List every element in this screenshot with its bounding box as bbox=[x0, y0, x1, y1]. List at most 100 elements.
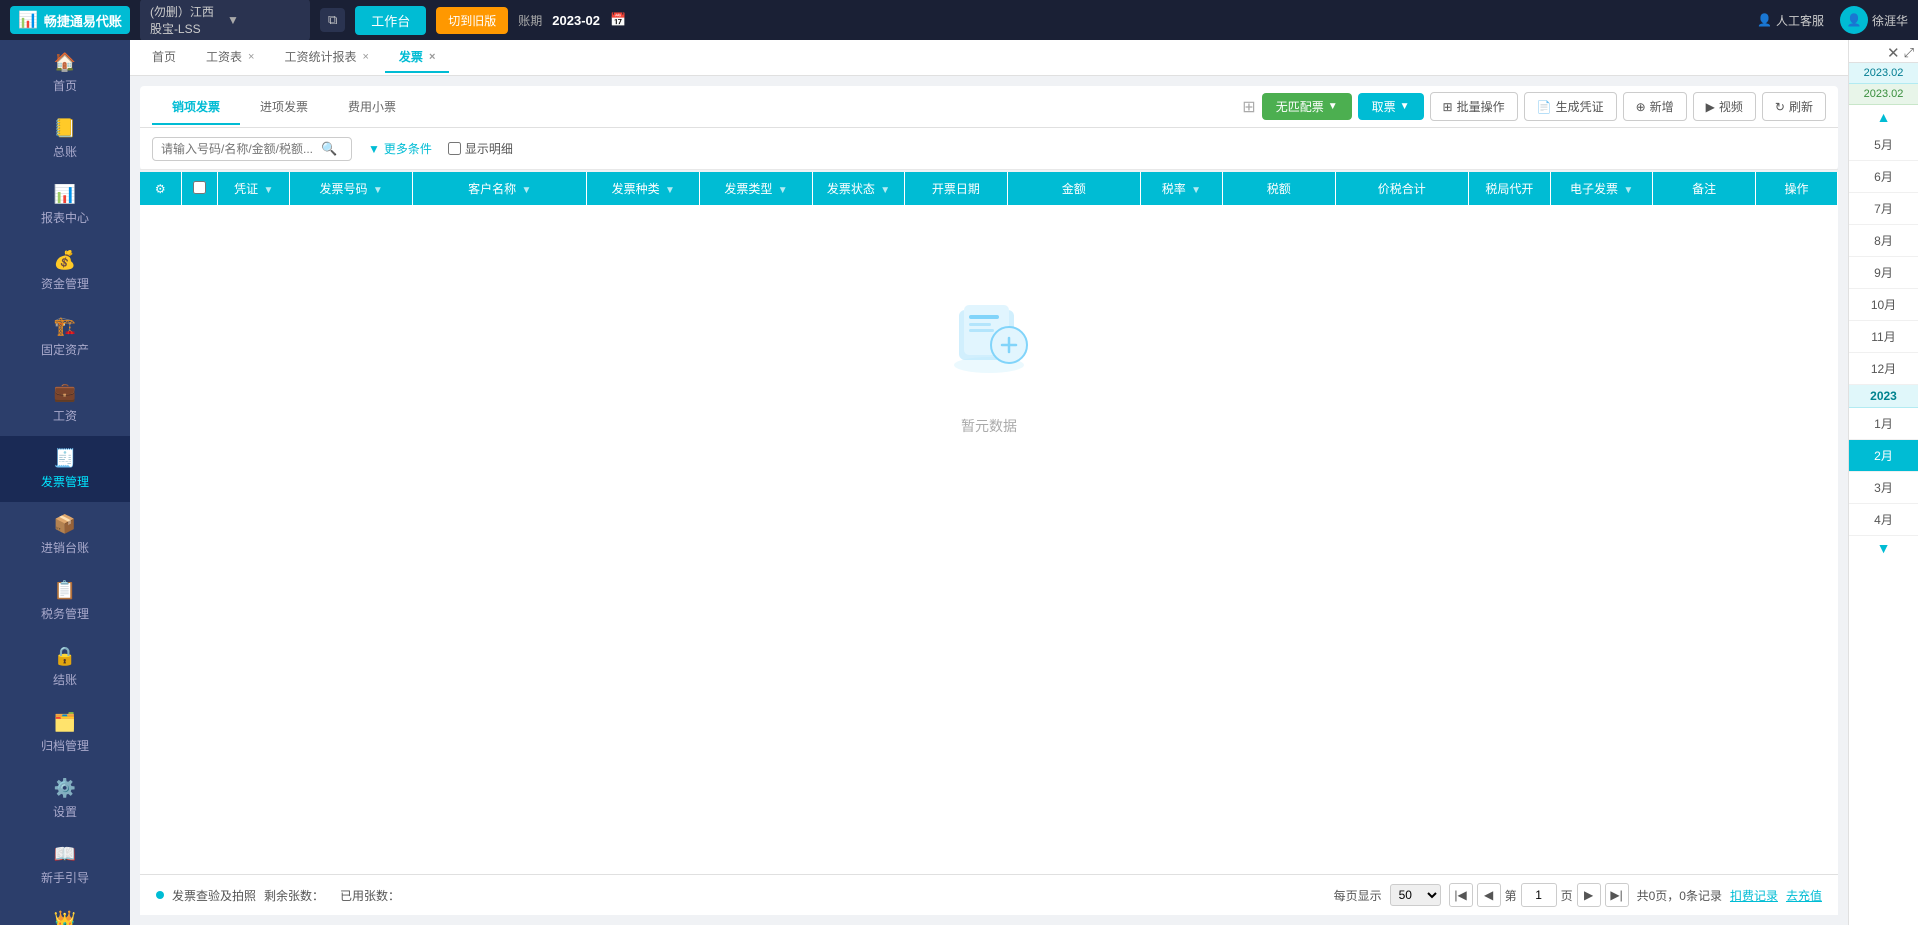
th-invoice-class: 发票类型 ▼ bbox=[700, 172, 813, 205]
tab-invoice[interactable]: 发票 × bbox=[385, 42, 449, 73]
show-detail-input[interactable] bbox=[448, 142, 461, 155]
date-month-2022-10[interactable]: 10月 bbox=[1849, 289, 1918, 321]
empty-text: 暂元数据 bbox=[961, 416, 1017, 436]
batch-op-button[interactable]: ⊞ 批量操作 bbox=[1430, 92, 1518, 121]
sidebar-item-archive[interactable]: 🗂️ 归档管理 bbox=[0, 700, 130, 766]
grid-settings-icon[interactable]: ⊞ bbox=[1242, 97, 1255, 117]
sub-tab-purchase-label: 进项发票 bbox=[260, 100, 308, 114]
sidebar-item-fund[interactable]: 💰 资金管理 bbox=[0, 238, 130, 304]
date-month-2022-08[interactable]: 8月 bbox=[1849, 225, 1918, 257]
generate-label: 生成凭证 bbox=[1556, 98, 1604, 115]
match-button[interactable]: 取票 ▼ bbox=[1358, 93, 1424, 120]
date-panel-2023-02-item[interactable]: 2023.02 bbox=[1849, 84, 1918, 105]
switch-version-button[interactable]: 切到旧版 bbox=[436, 7, 508, 34]
sidebar-item-payroll[interactable]: 💼 工资 bbox=[0, 370, 130, 436]
page-next-button[interactable]: ▶ bbox=[1577, 883, 1601, 907]
sub-tab-sales-invoice[interactable]: 销项发票 bbox=[152, 90, 240, 125]
sidebar-item-reports[interactable]: 📊 报表中心 bbox=[0, 172, 130, 238]
sub-tab-expense[interactable]: 费用小票 bbox=[328, 90, 416, 125]
search-icon[interactable]: 🔍 bbox=[321, 141, 337, 157]
tab-payroll-label: 工资表 bbox=[206, 48, 242, 65]
sidebar-label-guide: 新手引导 bbox=[41, 869, 89, 886]
th-tax: 税额 bbox=[1222, 172, 1335, 205]
date-month-2023-04[interactable]: 4月 bbox=[1849, 504, 1918, 536]
date-month-2023-02[interactable]: 2月 bbox=[1849, 440, 1918, 472]
generate-icon: 📄 bbox=[1537, 100, 1552, 114]
date-month-2022-07[interactable]: 7月 bbox=[1849, 193, 1918, 225]
more-link[interactable]: 去充值 bbox=[1786, 887, 1822, 904]
empty-icon bbox=[939, 285, 1039, 404]
sidebar-item-home[interactable]: 🏠 首页 bbox=[0, 40, 130, 106]
date-month-2022-09[interactable]: 9月 bbox=[1849, 257, 1918, 289]
tab-invoice-close[interactable]: × bbox=[429, 51, 435, 63]
ai-service-label: 人工客服 bbox=[1776, 12, 1824, 29]
home-icon: 🏠 bbox=[54, 52, 76, 73]
tab-home[interactable]: 首页 bbox=[138, 42, 190, 73]
tab-payroll-stats[interactable]: 工资统计报表 × bbox=[270, 42, 382, 73]
tab-payroll-close[interactable]: × bbox=[248, 51, 254, 63]
table-header-row: ⚙ 凭证 ▼ 发票号码 ▼ 客户名称 ▼ 发票种类 ▼ 发票类型 ▼ 发票状态 … bbox=[140, 172, 1838, 205]
sidebar-item-fixed-assets[interactable]: 🏗️ 固定资产 bbox=[0, 304, 130, 370]
video-button[interactable]: ▶ 视频 bbox=[1693, 92, 1756, 121]
date-month-2022-05[interactable]: 5月 bbox=[1849, 129, 1918, 161]
no-match-button[interactable]: 无匹配票 ▼ bbox=[1262, 93, 1352, 120]
page-number-input[interactable] bbox=[1521, 883, 1557, 907]
workbench-button[interactable]: 工作台 bbox=[355, 6, 426, 35]
date-scroll-up-button[interactable]: ▲ bbox=[1849, 105, 1918, 129]
page-prev-button[interactable]: ◀ bbox=[1477, 883, 1501, 907]
page-size-select[interactable]: 50 100 200 bbox=[1390, 884, 1441, 906]
new-button[interactable]: ⊕ 新增 bbox=[1623, 92, 1687, 121]
period-label: 账期 bbox=[518, 12, 542, 29]
search-input[interactable] bbox=[161, 142, 321, 156]
date-month-2022-12[interactable]: 12月 bbox=[1849, 353, 1918, 385]
date-month-2023-01[interactable]: 1月 bbox=[1849, 408, 1918, 440]
date-month-2022-11[interactable]: 11月 bbox=[1849, 321, 1918, 353]
search-box[interactable]: 🔍 bbox=[152, 137, 352, 161]
date-panel-year-2023-header: 2023.02 bbox=[1849, 63, 1918, 84]
payroll-icon: 💼 bbox=[54, 382, 76, 403]
sidebar-item-ledger[interactable]: 📒 总账 bbox=[0, 106, 130, 172]
user-profile[interactable]: 👤 徐涯华 bbox=[1840, 6, 1908, 34]
sidebar-item-tax[interactable]: 📋 税务管理 bbox=[0, 568, 130, 634]
top-bar: 📊 畅捷通易代账 (勿删）江西股宝-LSS ▼ ⧉ 工作台 切到旧版 账期 20… bbox=[0, 0, 1918, 40]
add-record-link[interactable]: 扣费记录 bbox=[1730, 887, 1778, 904]
video-icon: ▶ bbox=[1706, 100, 1715, 114]
date-scroll-down-button[interactable]: ▼ bbox=[1849, 536, 1918, 560]
table-container: ⚙ 凭证 ▼ 发票号码 ▼ 客户名称 ▼ 发票种类 ▼ 发票类型 ▼ 发票状态 … bbox=[140, 172, 1838, 874]
sidebar-item-settings[interactable]: ⚙️ 设置 bbox=[0, 766, 130, 832]
sub-tab-purchase-invoice[interactable]: 进项发票 bbox=[240, 90, 328, 125]
date-month-2022-06[interactable]: 6月 bbox=[1849, 161, 1918, 193]
sidebar-item-close[interactable]: 🔒 结账 bbox=[0, 634, 130, 700]
sidebar-label-tax: 税务管理 bbox=[41, 605, 89, 622]
sidebar-label-invoice: 发票管理 bbox=[41, 473, 89, 490]
more-conditions-button[interactable]: ▼ 更多条件 bbox=[360, 136, 440, 161]
match-label: 取票 bbox=[1372, 98, 1396, 115]
company-selector[interactable]: (勿删）江西股宝-LSS ▼ bbox=[140, 0, 310, 41]
select-all-checkbox[interactable] bbox=[193, 181, 206, 194]
tax-icon: 📋 bbox=[54, 580, 76, 601]
sidebar-item-member[interactable]: 👑 畅会员 bbox=[0, 898, 130, 925]
page-last-button[interactable]: ▶| bbox=[1605, 883, 1629, 907]
sidebar-item-sales[interactable]: 📦 进销台账 bbox=[0, 502, 130, 568]
refresh-button[interactable]: ↻ 刷新 bbox=[1762, 92, 1826, 121]
show-detail-checkbox[interactable]: 显示明细 bbox=[448, 140, 513, 157]
th-checkbox[interactable] bbox=[181, 172, 218, 205]
period-calendar-icon[interactable]: 📅 bbox=[610, 12, 626, 28]
ai-icon: 👤 bbox=[1757, 13, 1772, 27]
date-month-2023-03[interactable]: 3月 bbox=[1849, 472, 1918, 504]
tab-payroll[interactable]: 工资表 × bbox=[192, 42, 268, 73]
sidebar-item-guide[interactable]: 📖 新手引导 bbox=[0, 832, 130, 898]
copy-button[interactable]: ⧉ bbox=[320, 8, 345, 32]
th-total: 价税合计 bbox=[1335, 172, 1468, 205]
tab-payroll-stats-close[interactable]: × bbox=[362, 51, 368, 63]
date-panel-close-icon[interactable]: ✕ bbox=[1887, 44, 1900, 62]
generate-voucher-button[interactable]: 📄 生成凭证 bbox=[1524, 92, 1617, 121]
ai-service-link[interactable]: 👤 人工客服 bbox=[1757, 12, 1824, 29]
th-settings[interactable]: ⚙ bbox=[140, 172, 181, 205]
page-first-button[interactable]: |◀ bbox=[1449, 883, 1473, 907]
th-action: 操作 bbox=[1755, 172, 1837, 205]
sidebar-item-invoice[interactable]: 🧾 发票管理 bbox=[0, 436, 130, 502]
date-panel-expand-icon[interactable]: ⤢ bbox=[1904, 45, 1914, 61]
empty-illustration bbox=[939, 285, 1039, 385]
th-amount: 金额 bbox=[1007, 172, 1140, 205]
